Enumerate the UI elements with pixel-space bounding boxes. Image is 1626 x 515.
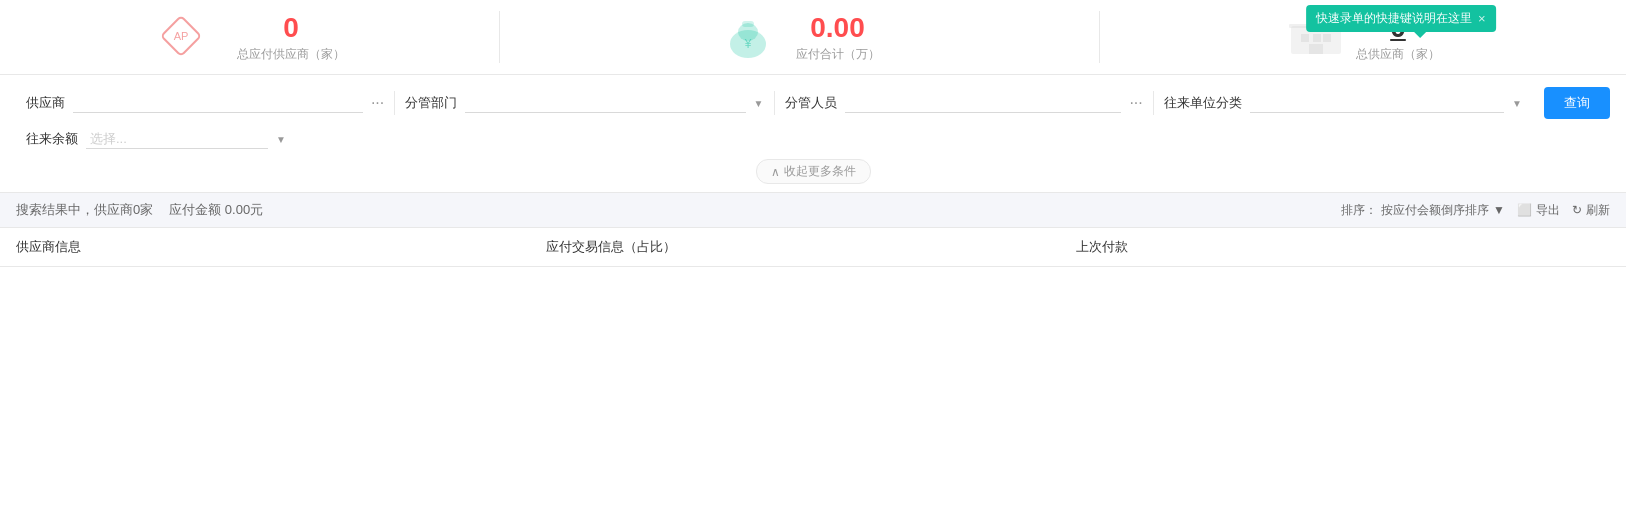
refresh-icon: ↻ bbox=[1572, 203, 1582, 217]
sort-control[interactable]: 排序： 按应付会额倒序排序 ▼ bbox=[1341, 202, 1505, 219]
balance-select[interactable]: 选择... bbox=[86, 129, 268, 149]
payable-total-label: 应付合计（万） bbox=[796, 46, 880, 63]
svg-rect-9 bbox=[1323, 34, 1331, 42]
supplier-label: 供应商 bbox=[26, 94, 65, 112]
category-label: 往来单位分类 bbox=[1164, 94, 1242, 112]
total-payable-suppliers-block: 0 总应付供应商（家） bbox=[237, 11, 345, 64]
collapse-chevron-icon: ∧ bbox=[771, 165, 780, 179]
money-bag-icon: ¥ bbox=[721, 8, 776, 66]
category-dropdown-icon[interactable]: ▼ bbox=[1512, 98, 1522, 109]
filter-section: 供应商 ··· 分管部门 ▼ 分管人员 ··· 往来单位分类 ▼ 查询 bbox=[0, 75, 1626, 193]
department-input[interactable] bbox=[465, 93, 745, 113]
table-header: 供应商信息 应付交易信息（占比） 上次付款 bbox=[0, 228, 1626, 267]
manager-dots-btn[interactable]: ··· bbox=[1129, 95, 1142, 111]
refresh-button[interactable]: ↻ 刷新 bbox=[1572, 202, 1610, 219]
total-payable-suppliers-label: 总应付供应商（家） bbox=[237, 46, 345, 63]
department-dropdown-icon[interactable]: ▼ bbox=[754, 98, 764, 109]
svg-rect-10 bbox=[1309, 44, 1323, 54]
manager-label: 分管人员 bbox=[785, 94, 837, 112]
department-filter: 分管部门 ▼ bbox=[395, 93, 773, 113]
export-label: 导出 bbox=[1536, 202, 1560, 219]
col-last-pay-header: 上次付款 bbox=[1076, 238, 1610, 256]
svg-text:¥: ¥ bbox=[743, 37, 751, 51]
sort-chevron-icon: ▼ bbox=[1493, 203, 1505, 217]
manager-input[interactable] bbox=[845, 93, 1122, 113]
logo-diamond: AP bbox=[155, 10, 207, 65]
payable-total-num: 0.00 bbox=[810, 11, 865, 45]
col-trade-info-header: 应付交易信息（占比） bbox=[546, 238, 1076, 256]
balance-dropdown-icon[interactable]: ▼ bbox=[276, 134, 286, 145]
total-payable-suppliers-num: 0 bbox=[283, 11, 299, 45]
tooltip-bubble: 快速录单的快捷键说明在这里 × bbox=[1306, 5, 1496, 32]
supplier-dots-btn[interactable]: ··· bbox=[371, 95, 384, 111]
col-vendor-info-header: 供应商信息 bbox=[16, 238, 546, 256]
table-body bbox=[0, 267, 1626, 515]
tooltip-close-btn[interactable]: × bbox=[1478, 11, 1486, 26]
amount-label: 应付金额 0.00元 bbox=[169, 201, 263, 219]
svg-text:AP: AP bbox=[174, 30, 189, 42]
export-icon: ⬜ bbox=[1517, 203, 1532, 217]
total-suppliers-label: 总供应商（家） bbox=[1356, 46, 1440, 63]
supplier-filter: 供应商 ··· bbox=[16, 93, 394, 113]
collapse-label: 收起更多条件 bbox=[784, 163, 856, 180]
results-bar: 搜索结果中，供应商0家 应付金额 0.00元 排序： 按应付会额倒序排序 ▼ ⬜… bbox=[0, 193, 1626, 228]
sort-value: 按应付会额倒序排序 bbox=[1381, 202, 1489, 219]
export-button[interactable]: ⬜ 导出 bbox=[1517, 202, 1560, 219]
svg-rect-4 bbox=[742, 21, 754, 27]
sort-prefix: 排序： bbox=[1341, 202, 1377, 219]
collapse-bar: ∧ 收起更多条件 bbox=[16, 153, 1610, 192]
balance-filter: 往来余额 选择... ▼ bbox=[16, 129, 296, 149]
collapse-button[interactable]: ∧ 收起更多条件 bbox=[756, 159, 871, 184]
refresh-label: 刷新 bbox=[1586, 202, 1610, 219]
search-button[interactable]: 查询 bbox=[1544, 87, 1610, 119]
svg-rect-7 bbox=[1301, 34, 1309, 42]
manager-filter: 分管人员 ··· bbox=[775, 93, 1153, 113]
svg-rect-8 bbox=[1313, 34, 1321, 42]
search-result-count: 搜索结果中，供应商0家 bbox=[16, 201, 153, 219]
supplier-input[interactable] bbox=[73, 93, 363, 113]
category-filter: 往来单位分类 ▼ bbox=[1154, 93, 1532, 113]
tooltip-text: 快速录单的快捷键说明在这里 bbox=[1316, 10, 1472, 27]
balance-label: 往来余额 bbox=[26, 130, 78, 148]
category-input[interactable] bbox=[1250, 93, 1504, 113]
payable-total-block: 0.00 应付合计（万） bbox=[796, 11, 880, 64]
department-label: 分管部门 bbox=[405, 94, 457, 112]
